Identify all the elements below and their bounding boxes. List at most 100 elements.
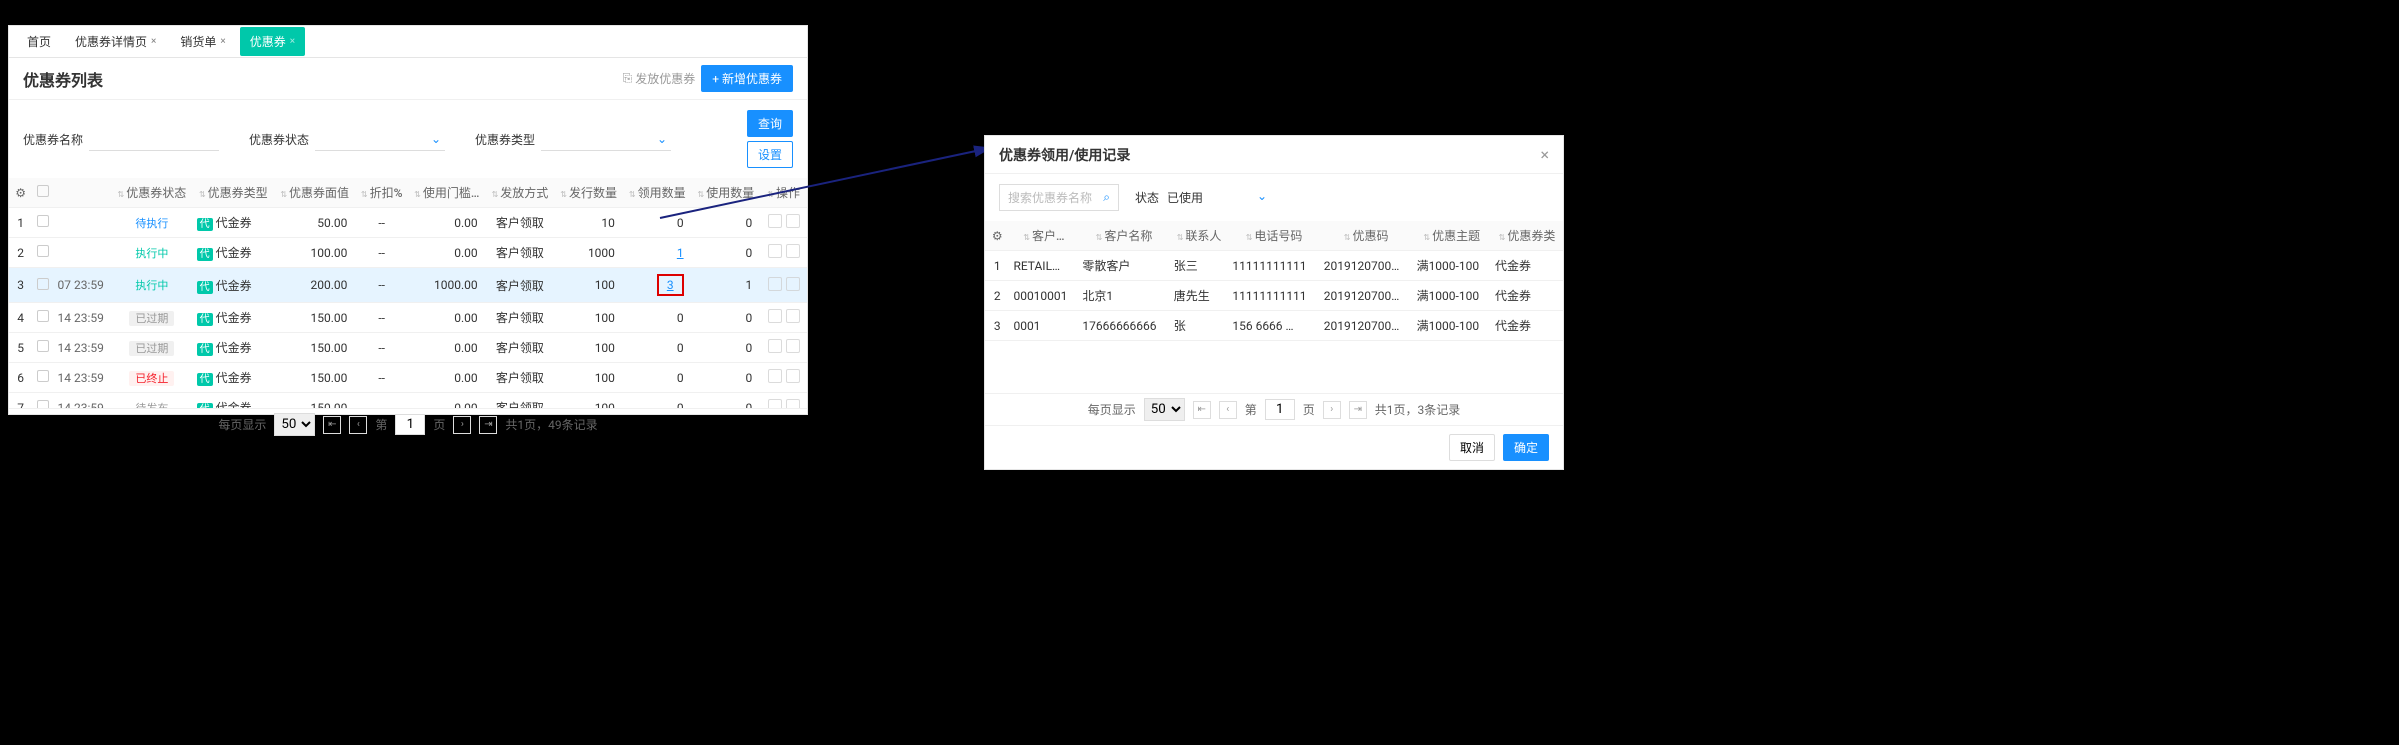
- qr-icon[interactable]: [786, 399, 800, 408]
- row-checkbox[interactable]: [37, 278, 49, 290]
- close-icon[interactable]: ×: [1540, 145, 1549, 164]
- sort-icon[interactable]: ⇅: [767, 190, 774, 199]
- row-checkbox[interactable]: [37, 215, 49, 227]
- column-header[interactable]: [32, 178, 53, 208]
- sort-icon[interactable]: ⇅: [629, 190, 636, 199]
- add-coupon-button[interactable]: + 新增优惠券: [701, 65, 793, 92]
- gear-icon[interactable]: ⚙: [14, 186, 28, 200]
- column-header[interactable]: ⇅发行数量: [554, 178, 623, 208]
- close-icon[interactable]: ×: [220, 36, 225, 47]
- table-row[interactable]: 200010001北京1唐先生111111111112019120700…满10…: [985, 281, 1563, 311]
- sort-icon[interactable]: ⇅: [1499, 233, 1506, 242]
- column-header[interactable]: ⇅电话号码: [1228, 221, 1319, 251]
- column-header[interactable]: ⇅领用数量: [623, 178, 692, 208]
- column-header[interactable]: ⇅优惠券状态: [111, 178, 192, 208]
- tab-sales-order[interactable]: 销货单×: [170, 27, 235, 56]
- qr-icon[interactable]: [786, 214, 800, 228]
- column-header[interactable]: ⇅折扣%: [355, 178, 408, 208]
- next-page-button[interactable]: ›: [453, 416, 471, 434]
- settings-button[interactable]: 设置: [747, 141, 793, 168]
- table-row[interactable]: 1RETAIL…零散客户张三111111111112019120700…满100…: [985, 251, 1563, 281]
- open-icon[interactable]: [768, 214, 782, 228]
- sort-icon[interactable]: ⇅: [414, 190, 421, 199]
- qr-icon[interactable]: [786, 369, 800, 383]
- sort-icon[interactable]: ⇅: [1177, 233, 1184, 242]
- open-icon[interactable]: [768, 369, 782, 383]
- sort-icon[interactable]: ⇅: [361, 190, 368, 199]
- issue-coupon-link[interactable]: ⎘ 发放优惠券: [623, 70, 696, 87]
- last-page-button[interactable]: ⇥: [479, 416, 497, 434]
- column-header[interactable]: ⇅优惠券类型: [193, 178, 274, 208]
- ok-button[interactable]: 确定: [1503, 434, 1549, 461]
- tab-coupon-detail[interactable]: 优惠券详情页×: [65, 27, 166, 56]
- column-header[interactable]: ⇅联系人: [1170, 221, 1229, 251]
- open-icon[interactable]: [768, 399, 782, 408]
- column-header[interactable]: ⇅客户…: [1009, 221, 1078, 251]
- open-icon[interactable]: [768, 309, 782, 323]
- modal-search-input[interactable]: 搜索优惠券名称 ⌕: [999, 184, 1119, 211]
- modal-page-input[interactable]: [1265, 399, 1295, 420]
- column-header[interactable]: ⚙: [9, 178, 32, 208]
- column-header[interactable]: ⚙: [985, 221, 1009, 251]
- first-page-button[interactable]: ⇤: [1193, 401, 1211, 419]
- sort-icon[interactable]: ⇅: [698, 190, 705, 199]
- page-input[interactable]: [395, 414, 425, 435]
- prev-page-button[interactable]: ‹: [349, 416, 367, 434]
- table-row[interactable]: 307 23:59执行中代代金券200.00--1000.00客户领取10031: [9, 268, 807, 303]
- table-row[interactable]: 614 23:59已终止代代金券150.00--0.00客户领取10000: [9, 363, 807, 393]
- sort-icon[interactable]: ⇅: [1023, 233, 1030, 242]
- row-checkbox[interactable]: [37, 340, 49, 352]
- next-page-button[interactable]: ›: [1323, 401, 1341, 419]
- tab-home[interactable]: 首页: [17, 27, 61, 56]
- column-header[interactable]: ⇅操作: [760, 178, 807, 208]
- table-row[interactable]: 2执行中代代金券100.00--0.00客户领取100010: [9, 238, 807, 268]
- row-checkbox[interactable]: [37, 400, 49, 408]
- table-row[interactable]: 414 23:59已过期代代金券150.00--0.00客户领取10000: [9, 303, 807, 333]
- sort-icon[interactable]: ⇅: [1246, 233, 1253, 242]
- filter-name-input[interactable]: [89, 128, 219, 151]
- select-all-checkbox[interactable]: [37, 185, 49, 197]
- last-page-button[interactable]: ⇥: [1349, 401, 1367, 419]
- column-header[interactable]: ⇅优惠主题: [1413, 221, 1491, 251]
- close-icon[interactable]: ×: [290, 36, 295, 47]
- prev-page-button[interactable]: ‹: [1219, 401, 1237, 419]
- table-row[interactable]: 1待执行代代金券50.00--0.00客户领取1000: [9, 208, 807, 238]
- cancel-button[interactable]: 取消: [1449, 434, 1495, 461]
- sort-icon[interactable]: ⇅: [1344, 233, 1351, 242]
- sort-icon[interactable]: ⇅: [492, 190, 499, 199]
- gear-icon[interactable]: ⚙: [990, 229, 1004, 243]
- first-page-button[interactable]: ⇤: [323, 416, 341, 434]
- filter-status-select[interactable]: ⌄: [315, 128, 445, 151]
- sort-icon[interactable]: ⇅: [1423, 233, 1430, 242]
- open-icon[interactable]: [768, 244, 782, 258]
- table-row[interactable]: 714 23:59待发布代代金券150.00--0.00客户领取10000: [9, 393, 807, 409]
- table-row[interactable]: 3000117666666666张156 6666 …2019120700…满1…: [985, 311, 1563, 341]
- table-row[interactable]: 514 23:59已过期代代金券150.00--0.00客户领取10000: [9, 333, 807, 363]
- row-checkbox[interactable]: [37, 370, 49, 382]
- column-header[interactable]: ⇅优惠券类: [1491, 221, 1563, 251]
- modal-page-size-select[interactable]: 50: [1144, 398, 1185, 421]
- row-checkbox[interactable]: [37, 245, 49, 257]
- column-header[interactable]: [54, 178, 112, 208]
- close-icon[interactable]: ×: [151, 36, 156, 47]
- state-select[interactable]: 已使用 ⌄: [1167, 189, 1267, 206]
- open-icon[interactable]: [768, 277, 782, 291]
- qr-icon[interactable]: [786, 277, 800, 291]
- filter-type-select[interactable]: ⌄: [541, 128, 671, 151]
- tab-coupon[interactable]: 优惠券×: [240, 27, 305, 56]
- sort-icon[interactable]: ⇅: [118, 190, 125, 199]
- open-icon[interactable]: [768, 339, 782, 353]
- claim-count-link[interactable]: 3: [657, 274, 684, 296]
- column-header[interactable]: ⇅优惠码: [1320, 221, 1413, 251]
- column-header[interactable]: ⇅发放方式: [486, 178, 555, 208]
- qr-icon[interactable]: [786, 339, 800, 353]
- column-header[interactable]: ⇅使用门槛…: [408, 178, 486, 208]
- column-header[interactable]: ⇅客户名称: [1078, 221, 1169, 251]
- column-header[interactable]: ⇅使用数量: [692, 178, 761, 208]
- page-size-select[interactable]: 50: [274, 413, 315, 436]
- sort-icon[interactable]: ⇅: [1096, 233, 1103, 242]
- sort-icon[interactable]: ⇅: [199, 190, 206, 199]
- qr-icon[interactable]: [786, 244, 800, 258]
- sort-icon[interactable]: ⇅: [560, 190, 567, 199]
- claim-count-link[interactable]: 1: [677, 246, 684, 260]
